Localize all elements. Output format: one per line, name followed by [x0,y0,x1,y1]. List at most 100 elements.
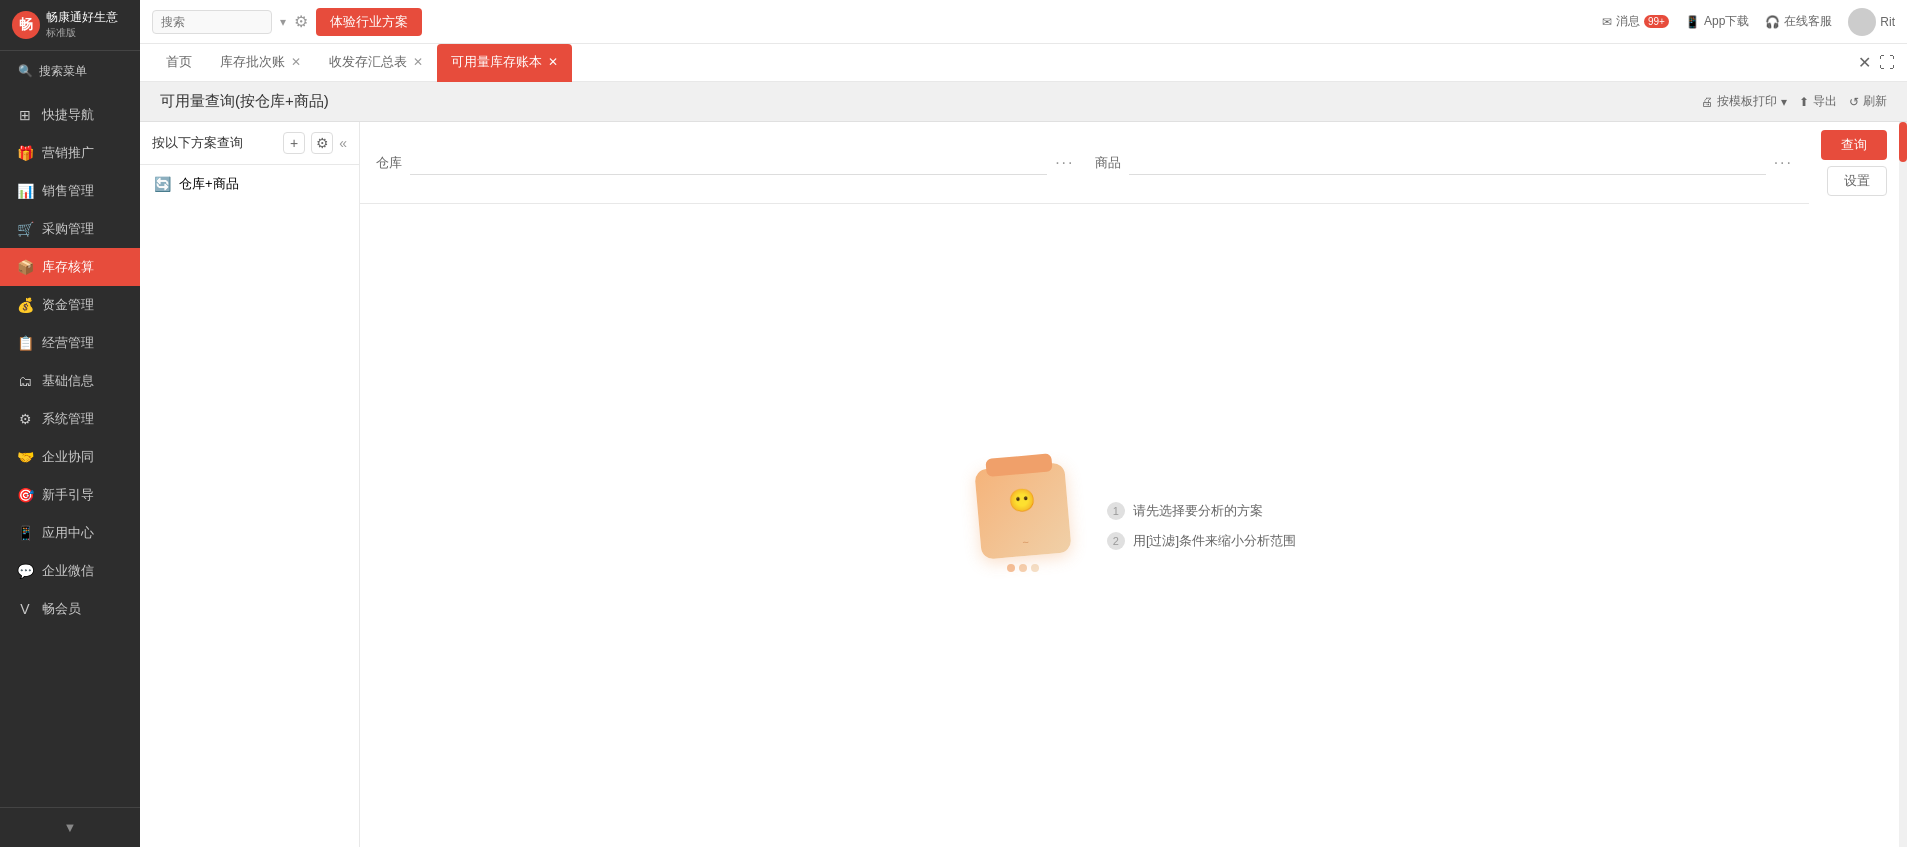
online-service-group[interactable]: 🎧 在线客服 [1765,13,1832,30]
sidebar-header: 畅 畅康通好生意 标准版 [0,0,140,51]
industry-btn[interactable]: 体验行业方案 [316,8,422,36]
product-field: 商品 ··· [1095,151,1794,175]
search-menu-button[interactable]: 🔍 搜索菜单 [12,59,128,84]
message-icon: ✉ [1602,15,1612,29]
filter-item-warehouse-product[interactable]: 🔄 仓库+商品 [140,165,359,203]
export-button[interactable]: ⬆ 导出 [1799,93,1837,110]
user-avatar [1848,8,1876,36]
user-info[interactable]: Rit [1848,8,1895,36]
filter-item-label: 仓库+商品 [179,175,239,193]
tab-close-icon[interactable]: ✕ [548,55,558,69]
empty-state: 😶 ~ 1 请先选择要分析的方案 2 [360,204,1899,847]
sidebar-logo-icon: 畅 [12,11,40,39]
sidebar-item-inventory[interactable]: 📦 库存核算 [0,248,140,286]
sidebar-search: 🔍 搜索菜单 [0,51,140,92]
finance-icon: 💰 [16,296,34,314]
purchase-icon: 🛒 [16,220,34,238]
sidebar-logo-text: 畅康通好生意 标准版 [46,10,118,40]
sidebar-item-marketing[interactable]: 🎁 营销推广 [0,134,140,172]
topbar-right: ✉ 消息 99+ 📱 App下载 🎧 在线客服 Rit [1602,8,1895,36]
query-fields: 仓库 ··· 商品 ··· [360,122,1809,204]
query-area: 仓库 ··· 商品 ··· 查询 设置 [360,122,1899,847]
printer-icon: 🖨 [1701,95,1713,109]
query-actions: 查询 设置 [1809,122,1899,204]
topbar-gear-icon[interactable]: ⚙ [294,12,308,31]
tab-bar: 首页 库存批次账 ✕ 收发存汇总表 ✕ 可用量库存账本 ✕ ✕ ⛶ [140,44,1907,82]
search-menu-label: 搜索菜单 [39,63,87,80]
settings-button[interactable]: 设置 [1827,166,1887,196]
warehouse-dots-button[interactable]: ··· [1055,154,1074,172]
sidebar-item-app-center[interactable]: 📱 应用中心 [0,514,140,552]
topbar-search-input[interactable] [152,10,272,34]
filter-panel-actions: + ⚙ « [283,132,347,154]
sidebar-scroll-down[interactable]: ▼ [8,816,132,839]
logo-name: 畅康通好生意 [46,10,118,26]
settings-scheme-button[interactable]: ⚙ [311,132,333,154]
tab-label: 首页 [166,53,192,71]
sidebar-item-enterprise[interactable]: 🤝 企业协同 [0,438,140,476]
sidebar-footer: ▼ [0,807,140,847]
sidebar-item-member[interactable]: V 畅会员 [0,590,140,628]
tab-label: 收发存汇总表 [329,53,407,71]
query-button[interactable]: 查询 [1821,130,1887,160]
sidebar-item-label: 企业微信 [42,562,94,580]
export-label: 导出 [1813,93,1837,110]
topbar: ▾ ⚙ 体验行业方案 ✉ 消息 99+ 📱 App下载 🎧 在线客服 Rit [140,0,1907,44]
sidebar-item-guide[interactable]: 🎯 新手引导 [0,476,140,514]
export-icon: ⬆ [1799,95,1809,109]
chevron-down-icon: ▾ [1781,95,1787,109]
hint-num-1: 1 [1107,502,1125,520]
sidebar-item-label: 经营管理 [42,334,94,352]
tab-label: 可用量库存账本 [451,53,542,71]
collapse-panel-button[interactable]: « [339,135,347,151]
product-input[interactable] [1129,151,1766,175]
sidebar-item-quick-nav[interactable]: ⊞ 快捷导航 [0,96,140,134]
tabs-actions: ✕ ⛶ [1858,53,1895,72]
topbar-chevron-icon[interactable]: ▾ [280,15,286,29]
basic-info-icon: 🗂 [16,372,34,390]
warehouse-input[interactable] [410,151,1047,175]
filter-panel-title: 按以下方案查询 [152,134,243,152]
tab-receive-summary[interactable]: 收发存汇总表 ✕ [315,44,437,82]
sidebar: 畅 畅康通好生意 标准版 🔍 搜索菜单 ⊞ 快捷导航 🎁 营销推广 📊 销售管理… [0,0,140,847]
app-download-group[interactable]: 📱 App下载 [1685,13,1749,30]
tabs-expand-button[interactable]: ⛶ [1879,54,1895,72]
filter-panel-header: 按以下方案查询 + ⚙ « [140,122,359,165]
sidebar-item-sales[interactable]: 📊 销售管理 [0,172,140,210]
sidebar-item-label: 库存核算 [42,258,94,276]
filter-panel: 按以下方案查询 + ⚙ « 🔄 仓库+商品 [140,122,360,847]
logo-version: 标准版 [46,26,118,40]
refresh-button[interactable]: ↺ 刷新 [1849,93,1887,110]
tab-close-icon[interactable]: ✕ [413,55,423,69]
sidebar-item-operations[interactable]: 📋 经营管理 [0,324,140,362]
app-download-label: App下载 [1704,13,1749,30]
hint-text-1: 请先选择要分析的方案 [1133,502,1263,520]
sidebar-item-purchase[interactable]: 🛒 采购管理 [0,210,140,248]
tab-batch-ledger[interactable]: 库存批次账 ✕ [206,44,315,82]
empty-hints: 1 请先选择要分析的方案 2 用[过滤]条件来缩小分析范围 [1107,502,1296,550]
tab-available-ledger[interactable]: 可用量库存账本 ✕ [437,44,572,82]
tab-close-icon[interactable]: ✕ [291,55,301,69]
tab-label: 库存批次账 [220,53,285,71]
right-scrollbar[interactable] [1899,122,1907,847]
product-dots-button[interactable]: ··· [1774,154,1793,172]
refresh-icon: ↺ [1849,95,1859,109]
tab-home[interactable]: 首页 [152,44,206,82]
sidebar-item-label: 快捷导航 [42,106,94,124]
tabs-close-all-button[interactable]: ✕ [1858,53,1871,72]
refresh-label: 刷新 [1863,93,1887,110]
app-download-icon: 📱 [1685,15,1700,29]
sidebar-item-basic-info[interactable]: 🗂 基础信息 [0,362,140,400]
wechat-icon: 💬 [16,562,34,580]
scrollbar-thumb[interactable] [1899,122,1907,162]
add-scheme-button[interactable]: + [283,132,305,154]
message-label: 消息 [1616,13,1640,30]
user-name: Rit [1880,15,1895,29]
sidebar-item-finance[interactable]: 💰 资金管理 [0,286,140,324]
sidebar-item-wechat[interactable]: 💬 企业微信 [0,552,140,590]
message-group[interactable]: ✉ 消息 99+ [1602,13,1669,30]
sidebar-item-system[interactable]: ⚙ 系统管理 [0,400,140,438]
print-template-button[interactable]: 🖨 按模板打印 ▾ [1701,93,1787,110]
online-service-label: 在线客服 [1784,13,1832,30]
operations-icon: 📋 [16,334,34,352]
